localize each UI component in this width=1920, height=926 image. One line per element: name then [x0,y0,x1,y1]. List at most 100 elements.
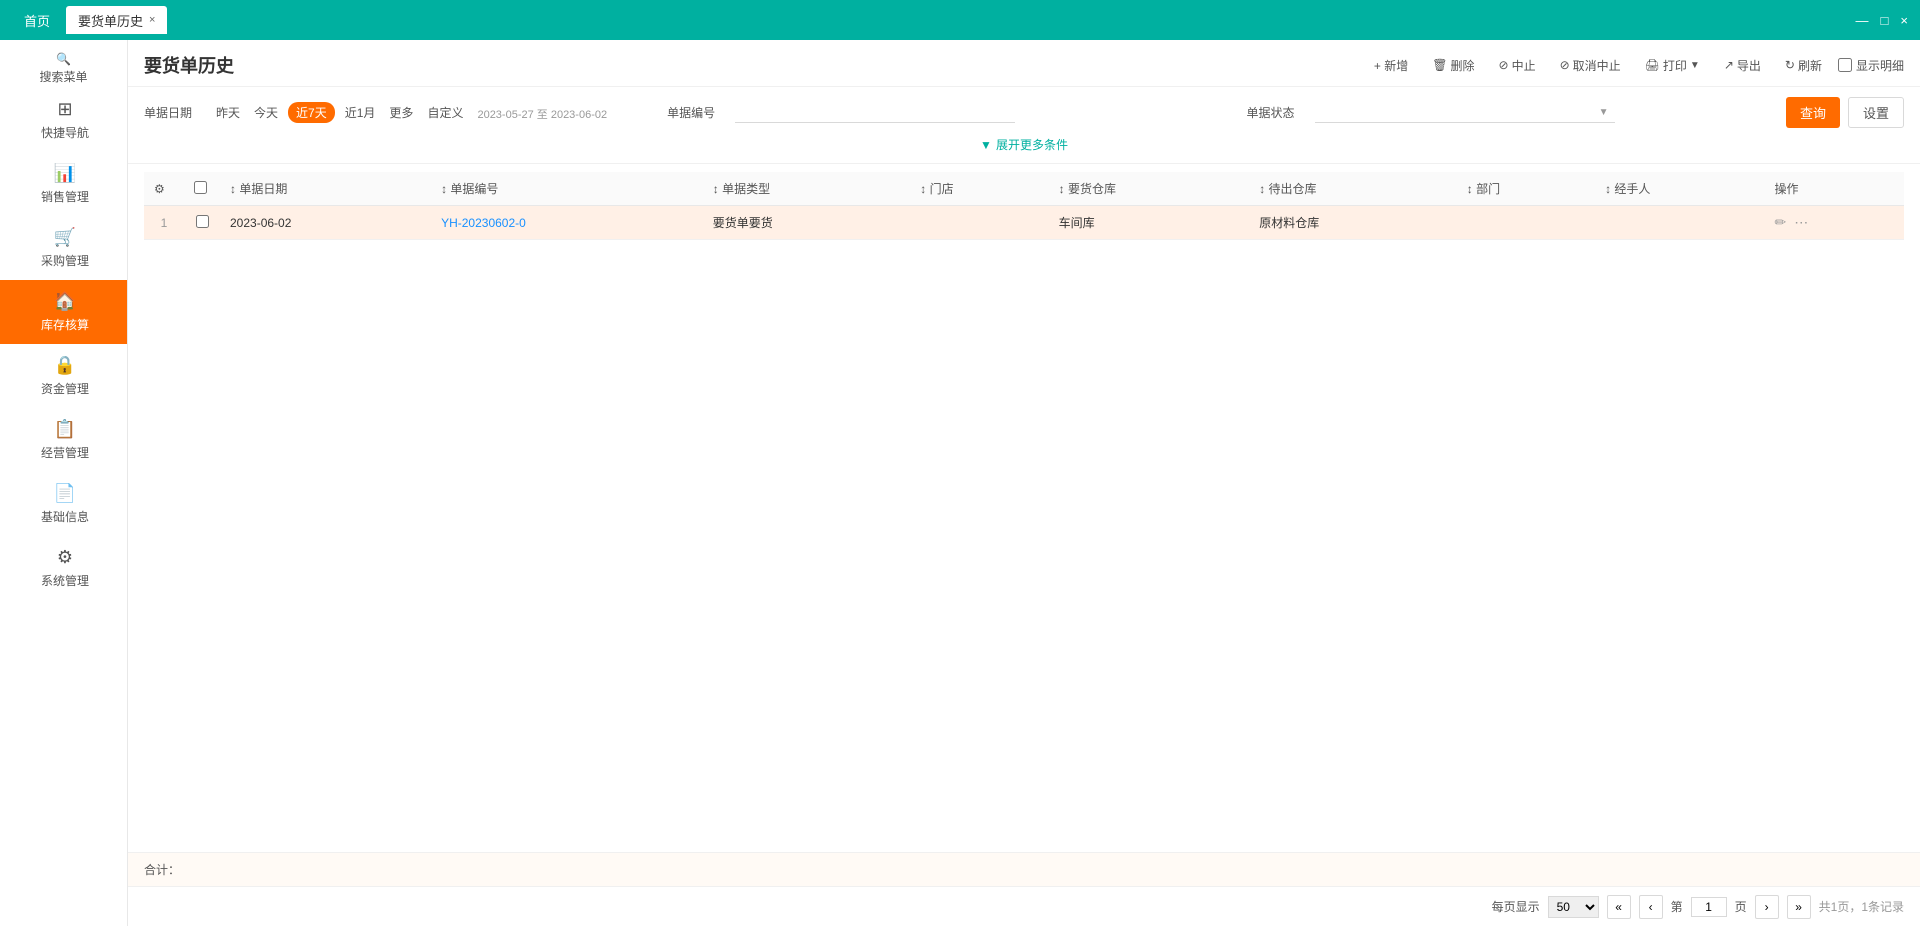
delete-button[interactable]: 🗑 删除 [1424,53,1482,78]
sidebar-search[interactable]: 🔍 搜索菜单 [0,40,127,88]
ops-icon: 📋 [54,419,76,440]
purchase-icon: 🛒 [54,227,76,248]
settings-button[interactable]: 设置 [1848,97,1904,128]
row-num: 1 [144,206,184,240]
doc-no-input-wrap [735,102,1186,123]
sidebar-item-finance[interactable]: 🔒 资金管理 [0,344,127,408]
row-department [1457,206,1595,240]
col-operation: 操作 [1765,172,1904,206]
col-doc-no[interactable]: ↕ 单据编号 [431,172,703,206]
page-title: 要货单历史 [144,52,234,78]
tab-home-label: 首页 [24,11,50,30]
date-btn-yesterday[interactable]: 昨天 [212,102,244,123]
sidebar-item-inventory[interactable]: 🏠 库存核算 [0,280,127,344]
page-input[interactable] [1691,897,1727,917]
tab-home[interactable]: 首页 [12,6,62,34]
next-page-btn[interactable]: › [1755,895,1779,919]
col-req-warehouse[interactable]: ↕ 要货仓库 [1049,172,1250,206]
table-row: 1 2023-06-02 YH-20230602-0 要货单要货 车间库 原材料… [144,206,1904,240]
sidebar-item-sales-label: 销售管理 [41,188,89,205]
export-button[interactable]: ↗ 导出 [1716,53,1769,78]
tab-bar: 首页 要货单历史 × [12,6,1856,34]
row-operations: ✏ ⋯ [1765,206,1904,240]
col-handler[interactable]: ↕ 经手人 [1595,172,1764,206]
page-label: 第 [1671,898,1683,915]
row-checkbox[interactable] [196,215,209,228]
date-btn-7days[interactable]: 近7天 [288,102,335,123]
date-btn-custom[interactable]: 自定义 [423,102,467,123]
status-label: 单据状态 [1247,104,1295,121]
col-store[interactable]: ↕ 门店 [910,172,1048,206]
prev-page-btn[interactable]: ‹ [1639,895,1663,919]
first-page-btn[interactable]: « [1607,895,1631,919]
col-date[interactable]: ↕ 单据日期 [220,172,431,206]
system-icon: ⚙ [57,547,73,568]
row-doc-type: 要货单要货 [703,206,911,240]
date-btn-1month[interactable]: 近1月 [341,102,380,123]
date-btn-more[interactable]: 更多 [385,102,417,123]
per-page-select[interactable]: 50 100 200 [1548,896,1599,918]
sidebar-item-system-label: 系统管理 [41,572,89,589]
query-button[interactable]: 查询 [1786,97,1840,128]
display-detail-checkbox[interactable] [1838,58,1852,72]
header-actions: + 新增 🗑 删除 ⊘ 中止 ⊘ 取消中止 🖨 打印 ▼ [1366,53,1904,78]
stop-button[interactable]: ⊘ 中止 [1491,53,1544,78]
cancel-stop-button[interactable]: ⊘ 取消中止 [1552,53,1629,78]
cancel-stop-icon: ⊘ [1560,58,1570,72]
edit-icon[interactable]: ✏ [1775,214,1787,231]
sidebar-item-base-label: 基础信息 [41,508,89,525]
print-button[interactable]: 🖨 打印 ▼ [1637,53,1708,78]
doc-no-input[interactable] [735,102,1015,123]
col-pending-warehouse[interactable]: ↕ 待出仓库 [1249,172,1457,206]
last-page-btn[interactable]: » [1787,895,1811,919]
filter-row-1: 单据日期 昨天 今天 近7天 近1月 更多 自定义 2023-05-27 至 2… [144,97,1904,128]
window-minimize-icon[interactable]: — [1856,13,1869,28]
sidebar-item-purchase[interactable]: 🛒 采购管理 [0,216,127,280]
table-header-row: ⚙ ↕ 单据日期 ↕ 单据编号 ↕ 单据类型 [144,172,1904,206]
sidebar-item-quick-nav[interactable]: ⊞ 快捷导航 [0,88,127,152]
date-filter-label: 单据日期 [144,104,192,121]
new-button[interactable]: + 新增 [1366,53,1416,78]
window-maximize-icon[interactable]: □ [1881,13,1889,28]
status-select[interactable] [1315,102,1615,123]
top-bar: 首页 要货单历史 × — □ × [0,0,1920,40]
sidebar-item-sales[interactable]: 📊 销售管理 [0,152,127,216]
base-icon: 📄 [54,483,76,504]
sidebar-item-system[interactable]: ⚙ 系统管理 [0,536,127,600]
pagination: 每页显示 50 100 200 « ‹ 第 页 › » 共1页，1条记录 [128,886,1920,926]
stop-icon: ⊘ [1499,58,1509,72]
delete-icon: 🗑 [1432,58,1447,72]
tab-req-history-label: 要货单历史 [78,11,143,30]
sidebar-item-quick-nav-label: 快捷导航 [41,124,89,141]
refresh-icon: ↻ [1785,58,1795,72]
sidebar-item-finance-label: 资金管理 [41,380,89,397]
col-settings[interactable]: ⚙ [144,172,184,206]
row-date: 2023-06-02 [220,206,431,240]
col-checkbox [184,172,220,206]
col-department[interactable]: ↕ 部门 [1457,172,1595,206]
tab-close-icon[interactable]: × [149,14,155,26]
row-pending-warehouse: 原材料仓库 [1249,206,1457,240]
sidebar-item-base[interactable]: 📄 基础信息 [0,472,127,536]
table-container: ⚙ ↕ 单据日期 ↕ 单据编号 ↕ 单据类型 [128,164,1920,852]
summary-label: 合计： [144,863,180,877]
print-arrow-icon: ▼ [1690,60,1700,71]
top-bar-right: — □ × [1856,13,1908,28]
doc-no-link[interactable]: YH-20230602-0 [441,216,526,230]
sidebar-item-ops[interactable]: 📋 经营管理 [0,408,127,472]
date-btn-today[interactable]: 今天 [250,102,282,123]
search-icon: 🔍 [56,52,71,66]
status-arrow-icon: ▼ [1599,107,1609,118]
more-icon[interactable]: ⋯ [1794,214,1808,231]
tab-req-history[interactable]: 要货单历史 × [66,6,167,34]
row-doc-no: YH-20230602-0 [431,206,703,240]
window-close-icon[interactable]: × [1900,13,1908,28]
date-filter-buttons: 昨天 今天 近7天 近1月 更多 自定义 [212,102,467,123]
refresh-button[interactable]: ↻ 刷新 [1777,53,1830,78]
content-area: 要货单历史 + 新增 🗑 删除 ⊘ 中止 ⊘ 取消中止 🖨 打印 [128,40,1920,926]
expand-more-btn[interactable]: ▼ 展开更多条件 [144,136,1904,153]
page-unit: 页 [1735,898,1747,915]
display-detail-toggle[interactable]: 显示明细 [1838,57,1904,74]
col-doc-type[interactable]: ↕ 单据类型 [703,172,911,206]
select-all-checkbox[interactable] [194,181,207,194]
